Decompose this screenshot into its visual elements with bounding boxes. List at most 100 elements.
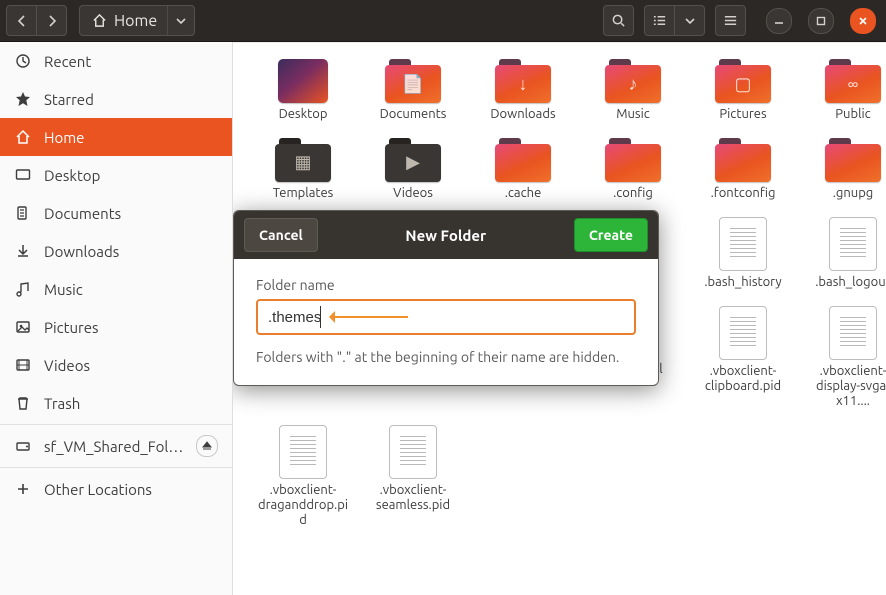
- path-bar[interactable]: Home: [79, 5, 195, 36]
- file-name: .vboxclient-display-svga-x11....: [805, 364, 886, 409]
- file-item[interactable]: ♪ Music: [585, 59, 681, 122]
- path-segment-home[interactable]: Home: [80, 6, 168, 35]
- folder-icon: [605, 138, 661, 182]
- sidebar-separator: [0, 467, 232, 468]
- eject-button[interactable]: [196, 435, 218, 457]
- file-name: .config: [613, 186, 653, 201]
- file-item[interactable]: .fontconfig: [695, 138, 791, 201]
- file-item[interactable]: .vboxclient-display-svga-x11....: [805, 306, 886, 409]
- file-name: .vboxclient-draganddrop.pid: [255, 483, 351, 528]
- file-name: .vboxclient-seamless.pid: [365, 483, 461, 513]
- file-name: Videos: [393, 186, 433, 201]
- folder-name-input[interactable]: [256, 299, 636, 335]
- home-icon: [90, 13, 108, 28]
- sidebar-item-trash[interactable]: Trash: [0, 384, 232, 422]
- text-file-icon: [719, 306, 767, 360]
- download-glyph-icon: ↓: [519, 74, 528, 95]
- clock-icon: [14, 53, 32, 69]
- file-item[interactable]: .vboxclient-clipboard.pid: [695, 306, 791, 409]
- sidebar-item-label: Other Locations: [44, 481, 152, 498]
- window-close-button[interactable]: [850, 8, 876, 34]
- file-name: Music: [616, 107, 650, 122]
- trash-icon: [14, 395, 32, 411]
- home-icon: [14, 129, 32, 145]
- cancel-button[interactable]: Cancel: [244, 218, 318, 252]
- file-item[interactable]: .vboxclient-seamless.pid: [365, 425, 461, 528]
- sidebar-item-label: Recent: [44, 53, 91, 70]
- folder-icon: ▢: [715, 59, 771, 103]
- file-item[interactable]: 📄 Documents: [365, 59, 461, 122]
- sidebar-item-downloads[interactable]: Downloads: [0, 232, 232, 270]
- sidebar-item-recent[interactable]: Recent: [0, 42, 232, 80]
- create-button[interactable]: Create: [574, 218, 648, 252]
- file-item[interactable]: .vboxclient-draganddrop.pid: [255, 425, 351, 528]
- file-item[interactable]: .config: [585, 138, 681, 201]
- videos-glyph-icon: ▶: [406, 152, 420, 173]
- sidebar-item-label: Desktop: [44, 167, 100, 184]
- dialog-title: New Folder: [318, 227, 574, 244]
- nav-forward-button[interactable]: [36, 5, 67, 36]
- search-button[interactable]: [603, 5, 634, 36]
- annotation-arrow-icon: [332, 316, 408, 318]
- sidebar-item-label: Pictures: [44, 319, 99, 336]
- pictures-glyph-icon: ▢: [734, 74, 751, 95]
- file-item[interactable]: ▶ Videos: [365, 138, 461, 201]
- sidebar-item-desktop[interactable]: Desktop: [0, 156, 232, 194]
- text-file-icon: [719, 217, 767, 271]
- folder-icon: ▦: [275, 138, 331, 182]
- file-item[interactable]: .bash_history: [695, 217, 791, 290]
- sidebar-item-label: Videos: [44, 357, 90, 374]
- file-name: Templates: [273, 186, 334, 201]
- folder-icon: ▶: [385, 138, 441, 182]
- file-name: Desktop: [279, 107, 328, 122]
- sidebar-item-label: Starred: [44, 91, 94, 108]
- path-dropdown-button[interactable]: [168, 6, 194, 35]
- sidebar-item-home[interactable]: Home: [0, 118, 232, 156]
- view-list-button[interactable]: [644, 5, 674, 36]
- file-name: Public: [835, 107, 870, 122]
- sidebar-item-label: sf_VM_Shared_Folder: [44, 438, 184, 455]
- file-item[interactable]: ▦ Templates: [255, 138, 351, 201]
- hamburger-menu-button[interactable]: [715, 5, 746, 36]
- text-file-icon: [389, 425, 437, 479]
- new-folder-dialog: Cancel New Folder Create Folder name Fol…: [233, 210, 659, 386]
- text-file-icon: [279, 425, 327, 479]
- sidebar-item-documents[interactable]: Documents: [0, 194, 232, 232]
- sidebar-item-label: Music: [44, 281, 83, 298]
- file-item[interactable]: ▢ Pictures: [695, 59, 791, 122]
- window-minimize-button[interactable]: [766, 8, 792, 34]
- music-glyph-icon: ♪: [629, 74, 638, 95]
- file-item[interactable]: .gnupg: [805, 138, 886, 201]
- view-options-dropdown[interactable]: [674, 5, 705, 36]
- file-item[interactable]: ∞ Public: [805, 59, 886, 122]
- text-file-icon: [829, 306, 877, 360]
- sidebar-item-pictures[interactable]: Pictures: [0, 308, 232, 346]
- sidebar-item-starred[interactable]: Starred: [0, 80, 232, 118]
- file-item[interactable]: ↓ Downloads: [475, 59, 571, 122]
- folder-name-label: Folder name: [256, 277, 636, 293]
- videos-icon: [14, 357, 32, 373]
- sidebar-item-videos[interactable]: Videos: [0, 346, 232, 384]
- sidebar-item-other-locations[interactable]: Other Locations: [0, 470, 232, 508]
- file-item[interactable]: Desktop: [255, 59, 351, 122]
- share-glyph-icon: ∞: [848, 74, 858, 94]
- file-name: .vboxclient-clipboard.pid: [695, 364, 791, 394]
- file-item[interactable]: .cache: [475, 138, 571, 201]
- window-maximize-button[interactable]: [808, 8, 834, 34]
- hint-text: Folders with "." at the beginning of the…: [256, 349, 636, 365]
- desktop-icon: [14, 167, 32, 183]
- folder-icon: [715, 138, 771, 182]
- nav-back-button[interactable]: [6, 5, 36, 36]
- file-name: .cache: [505, 186, 542, 201]
- file-name: Pictures: [719, 107, 766, 122]
- documents-glyph-icon: 📄: [402, 74, 424, 95]
- sidebar-item-label: Downloads: [44, 243, 119, 260]
- sidebar-item-label: Home: [44, 129, 84, 146]
- sidebar-item-music[interactable]: Music: [0, 270, 232, 308]
- documents-icon: [14, 205, 32, 221]
- text-caret: [320, 306, 321, 328]
- folder-icon: ↓: [495, 59, 551, 103]
- file-name: .bash_logout: [815, 275, 886, 290]
- sidebar-item-shared-folder[interactable]: sf_VM_Shared_Folder: [0, 427, 232, 465]
- file-item[interactable]: .bash_logout: [805, 217, 886, 290]
